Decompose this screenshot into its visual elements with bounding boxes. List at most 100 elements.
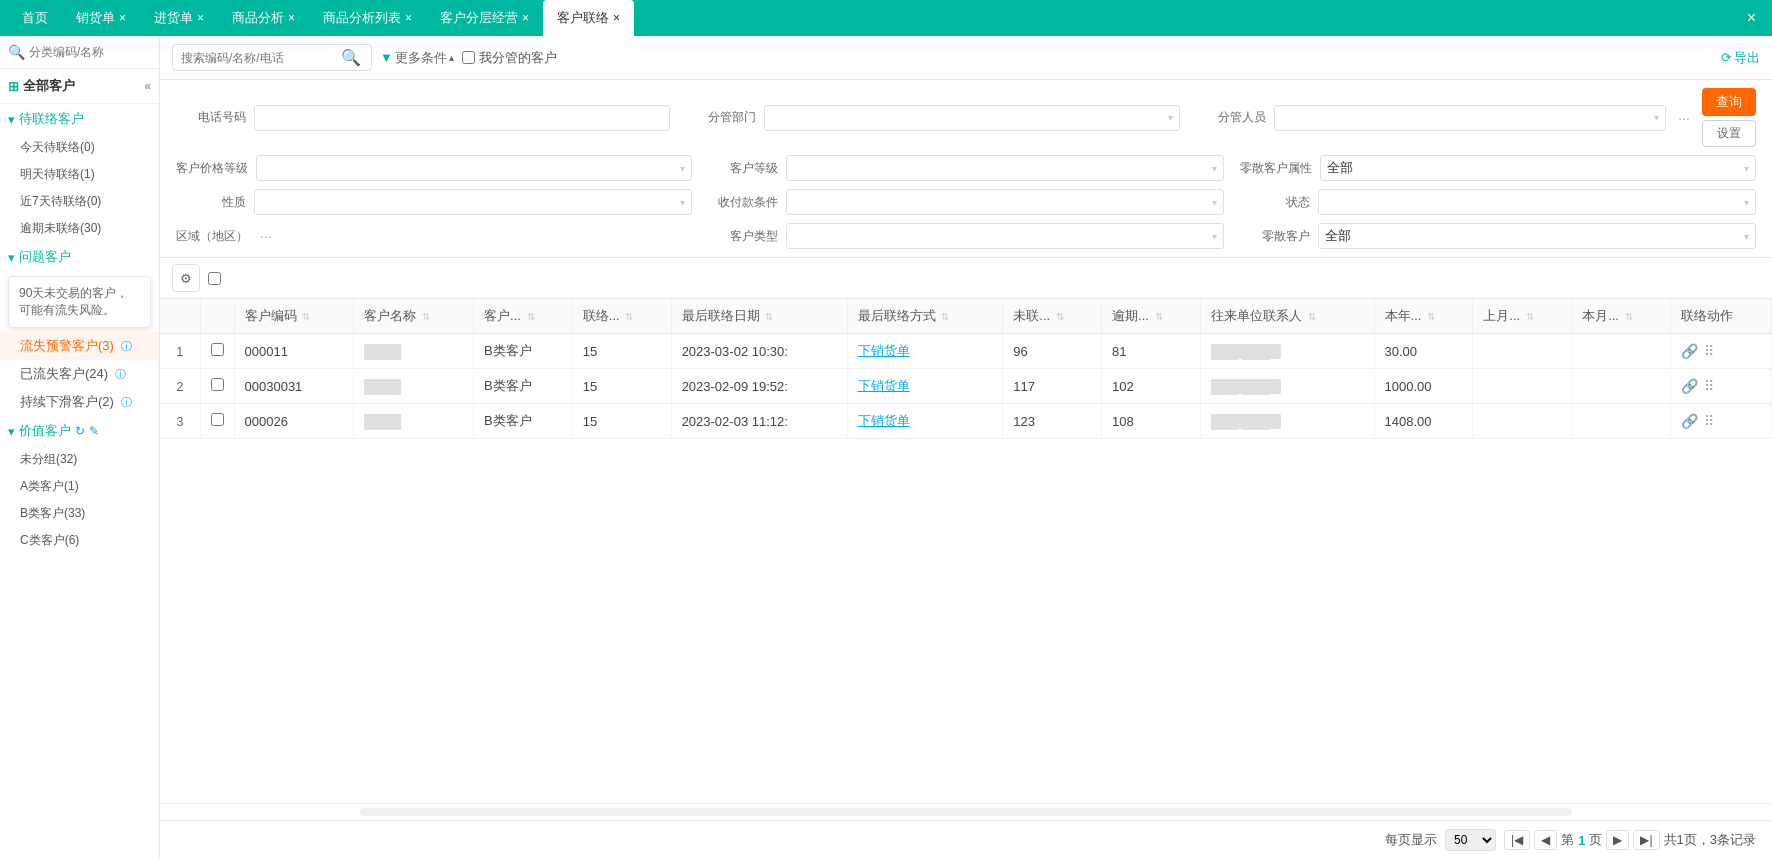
value-group-refresh-icon[interactable]: ↻ <box>75 424 85 438</box>
sidebar-search-input[interactable] <box>29 45 160 59</box>
page-size-select[interactable]: 50 100 200 <box>1445 829 1496 851</box>
nature-arrow: ▾ <box>680 197 685 208</box>
filter-phone-input[interactable] <box>254 105 670 131</box>
select-all-checkbox[interactable] <box>208 272 221 285</box>
value-group-edit-icon[interactable]: ✎ <box>89 424 99 438</box>
close-all-button[interactable]: × <box>1739 9 1764 27</box>
filter-scattered-attr-select[interactable]: 全部 ▾ <box>1320 155 1756 181</box>
last-method-link[interactable]: 下销货单 <box>858 343 910 358</box>
col-this-month[interactable]: 本月... ⇅ <box>1572 299 1671 334</box>
my-customers-checkbox[interactable]: 我分管的客户 <box>462 49 557 67</box>
row-action-link-icon[interactable]: 🔗 <box>1681 378 1698 394</box>
nav-purchase[interactable]: 进货单 × <box>140 0 218 36</box>
col-last-month[interactable]: 上月... ⇅ <box>1473 299 1572 334</box>
sort-this-month-icon: ⇅ <box>1625 311 1633 322</box>
sidebar-item-7days[interactable]: 近7天待联络(0) <box>0 188 159 215</box>
sidebar-item-class-b[interactable]: B类客户(33) <box>0 500 159 527</box>
nav-home[interactable]: 首页 <box>8 0 62 36</box>
nav-sales-close[interactable]: × <box>119 11 126 25</box>
filter-nature-select[interactable]: ▾ <box>254 189 692 215</box>
col-code[interactable]: 客户编码 ⇅ <box>234 299 354 334</box>
nav-analysis[interactable]: 商品分析 × <box>218 0 309 36</box>
sidebar-item-tomorrow[interactable]: 明天待联络(1) <box>0 161 159 188</box>
nav-analysis-list[interactable]: 商品分析列表 × <box>309 0 426 36</box>
sort-contact-icon: ⇅ <box>625 311 633 322</box>
sidebar-search-bar: 🔍 <box>0 36 159 69</box>
filter-scattered-select[interactable]: 全部 ▾ <box>1318 223 1756 249</box>
query-button[interactable]: 查询 <box>1702 88 1756 116</box>
sidebar-all-customers[interactable]: ⊞ 全部客户 « <box>0 69 159 104</box>
col-contact[interactable]: 联络... ⇅ <box>572 299 671 334</box>
nav-purchase-close[interactable]: × <box>197 11 204 25</box>
row-action-menu-icon[interactable]: ⠿ <box>1704 413 1714 429</box>
filter-status-select[interactable]: ▾ <box>1318 189 1756 215</box>
sidebar-item-today[interactable]: 今天待联络(0) <box>0 134 159 161</box>
search-input-wrap: 🔍 <box>172 44 372 71</box>
col-type[interactable]: 客户... ⇅ <box>474 299 573 334</box>
col-overdue[interactable]: 逾期... ⇅ <box>1102 299 1201 334</box>
my-customers-check[interactable] <box>462 51 475 64</box>
nav-customer-tier[interactable]: 客户分层经营 × <box>426 0 543 36</box>
row-action-link-icon[interactable]: 🔗 <box>1681 413 1698 429</box>
row-checkbox[interactable] <box>211 378 224 391</box>
page-last-button[interactable]: ▶| <box>1633 830 1659 850</box>
row-checkbox-cell <box>200 369 234 404</box>
row-action-link-icon[interactable]: 🔗 <box>1681 343 1698 359</box>
declining-info-icon: ⓘ <box>121 396 132 408</box>
col-this-year[interactable]: 本年... ⇅ <box>1374 299 1473 334</box>
nav-customer-tier-close[interactable]: × <box>522 11 529 25</box>
row-code: 00030031 <box>234 369 354 404</box>
sidebar-group-value[interactable]: ▾ 价值客户 ↻ ✎ <box>0 416 159 446</box>
more-filters-button[interactable]: ▼ 更多条件 ▴ <box>380 49 454 67</box>
region-dots-button[interactable]: ··· <box>260 228 272 244</box>
nav-analysis-list-close[interactable]: × <box>405 11 412 25</box>
total-pages-label: 共1页，3条记录 <box>1664 831 1756 849</box>
last-method-link[interactable]: 下销货单 <box>858 378 910 393</box>
col-last-method[interactable]: 最后联络方式 ⇅ <box>847 299 1003 334</box>
sidebar-item-ungrouped[interactable]: 未分组(32) <box>0 446 159 473</box>
page-first-button[interactable]: |◀ <box>1504 830 1530 850</box>
nav-analysis-close[interactable]: × <box>288 11 295 25</box>
row-action-menu-icon[interactable]: ⠿ <box>1704 343 1714 359</box>
arrow-down-icon: ▾ <box>8 112 15 127</box>
last-method-link[interactable]: 下销货单 <box>858 413 910 428</box>
horizontal-scrollbar[interactable] <box>360 808 1572 816</box>
col-last-date[interactable]: 最后联络日期 ⇅ <box>671 299 847 334</box>
sidebar-item-churn-warning[interactable]: 流失预警客户(3) ⓘ <box>0 332 159 360</box>
sidebar-item-class-a[interactable]: A类客户(1) <box>0 473 159 500</box>
nav-customer-contact-close[interactable]: × <box>613 11 620 25</box>
col-not-linked[interactable]: 未联... ⇅ <box>1003 299 1102 334</box>
manager-dots-button[interactable]: ··· <box>1678 110 1690 126</box>
row-action-menu-icon[interactable]: ⠿ <box>1704 378 1714 394</box>
filter-customer-level-label: 客户等级 <box>708 160 778 177</box>
page-prev-button[interactable]: ◀ <box>1534 830 1557 850</box>
filter-price-level-select[interactable]: ▾ <box>256 155 692 181</box>
filter-dept-select[interactable]: ▾ <box>764 105 1180 131</box>
sidebar-item-overdue[interactable]: 逾期未联络(30) <box>0 215 159 242</box>
filter-payment-select[interactable]: ▾ <box>786 189 1224 215</box>
row-checkbox[interactable] <box>211 343 224 356</box>
settings-text-button[interactable]: 设置 <box>1702 120 1756 147</box>
nav-sales[interactable]: 销货单 × <box>62 0 140 36</box>
row-name: ████ <box>354 334 474 369</box>
export-button[interactable]: ⟳ 导出 <box>1721 49 1760 67</box>
filter-customer-level-select[interactable]: ▾ <box>786 155 1224 181</box>
col-unit-contact[interactable]: 往来单位联系人 ⇅ <box>1200 299 1374 334</box>
sidebar-group-problem[interactable]: ▾ 问题客户 <box>0 242 159 272</box>
nav-customer-contact[interactable]: 客户联络 × <box>543 0 634 36</box>
page-next-button[interactable]: ▶ <box>1606 830 1629 850</box>
sidebar-item-churned[interactable]: 已流失客户(24) ⓘ <box>0 360 159 388</box>
filter-price-level-label: 客户价格等级 <box>176 160 248 177</box>
table-settings-button[interactable]: ⚙ <box>172 264 200 292</box>
search-input[interactable] <box>181 51 341 65</box>
row-checkbox[interactable] <box>211 413 224 426</box>
sidebar-group-pending[interactable]: ▾ 待联络客户 <box>0 104 159 134</box>
sidebar-item-declining[interactable]: 持续下滑客户(2) ⓘ <box>0 388 159 416</box>
filter-customer-type-select[interactable]: ▾ <box>786 223 1224 249</box>
sidebar-item-class-c[interactable]: C类客户(6) <box>0 527 159 554</box>
filter-manager-select[interactable]: ▾ <box>1274 105 1666 131</box>
filter-region: 区域（地区） ··· <box>176 228 692 245</box>
col-name[interactable]: 客户名称 ⇅ <box>354 299 474 334</box>
search-button[interactable]: 🔍 <box>341 48 361 67</box>
sort-unit-contact-icon: ⇅ <box>1308 311 1316 322</box>
